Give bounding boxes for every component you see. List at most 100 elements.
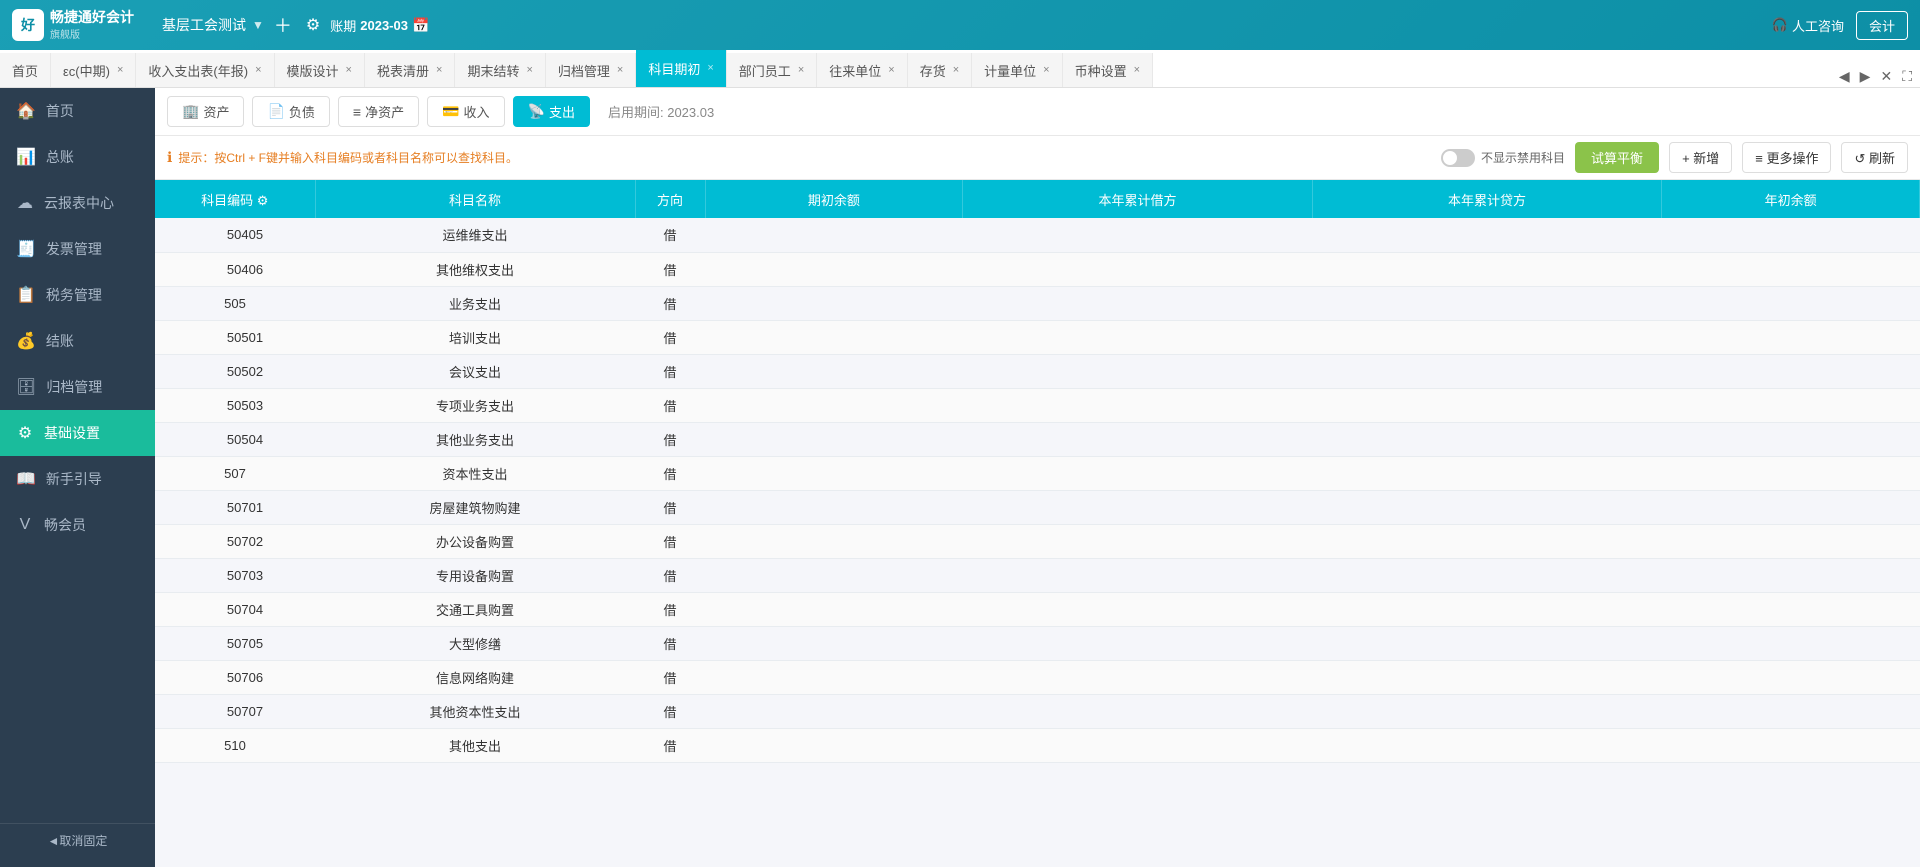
tab-close-10[interactable]: × bbox=[953, 64, 959, 76]
tab-item-2[interactable]: 收入支出表(年报)× bbox=[136, 53, 274, 87]
tab-close-3[interactable]: × bbox=[346, 64, 352, 76]
refresh-btn[interactable]: ↺ 刷新 bbox=[1841, 142, 1908, 173]
cell-year_debit-14 bbox=[963, 694, 1313, 728]
cell-name-10: 专用设备购置 bbox=[315, 558, 635, 592]
tab-close-5[interactable]: × bbox=[526, 64, 532, 76]
tab-item-3[interactable]: 模版设计× bbox=[275, 53, 365, 87]
table-row[interactable]: 50702办公设备购置借 bbox=[155, 524, 1920, 558]
tab-scroll-left[interactable]: ◀ bbox=[1835, 66, 1854, 87]
company-dropdown-arrow[interactable]: ▼ bbox=[252, 18, 264, 32]
table-row[interactable]: 50705大型修缮借 bbox=[155, 626, 1920, 660]
settings-icon[interactable]: ⚙ bbox=[302, 15, 324, 35]
account-btn[interactable]: 会计 bbox=[1856, 11, 1908, 40]
sidebar-pin-btn[interactable]: ◄取消固定 bbox=[0, 823, 155, 857]
more-btn[interactable]: ≡ 更多操作 bbox=[1742, 142, 1831, 173]
cell-opening-6 bbox=[705, 422, 963, 456]
tab-item-1[interactable]: εc(中期)× bbox=[51, 53, 136, 87]
tab-item-5[interactable]: 期末结转× bbox=[455, 53, 545, 87]
cell-direction-7: 借 bbox=[635, 456, 705, 490]
tab-close-all[interactable]: ✕ bbox=[1876, 66, 1896, 87]
tab-item-9[interactable]: 往来单位× bbox=[817, 53, 907, 87]
sidebar-item-8[interactable]: 📖 新手引导 bbox=[0, 456, 155, 502]
sub-tab-4[interactable]: 📡支出 bbox=[513, 96, 590, 127]
cell-opening-11 bbox=[705, 592, 963, 626]
sub-tab-label-1: 负债 bbox=[289, 102, 315, 121]
cell-year_credit-5 bbox=[1312, 388, 1662, 422]
cell-code-12: 50705 bbox=[155, 626, 315, 660]
sidebar-item-7[interactable]: ⚙ 基础设置 bbox=[0, 410, 155, 456]
tab-item-4[interactable]: 税表清册× bbox=[365, 53, 455, 87]
sidebar-item-0[interactable]: 🏠 首页 bbox=[0, 88, 155, 134]
table-row[interactable]: 50405运维维支出借 bbox=[155, 218, 1920, 252]
sidebar-item-9[interactable]: V 畅会员 bbox=[0, 502, 155, 548]
sidebar-item-4[interactable]: 📋 税务管理 bbox=[0, 272, 155, 318]
calc-btn[interactable]: 试算平衡 bbox=[1575, 142, 1659, 173]
sub-tab-0[interactable]: 🏢资产 bbox=[167, 96, 244, 127]
calendar-icon[interactable]: 📅 bbox=[412, 17, 429, 34]
add-company-btn[interactable]: ＋ bbox=[270, 12, 296, 38]
cell-opening-10 bbox=[705, 558, 963, 592]
sub-tab-3[interactable]: 💳收入 bbox=[427, 96, 504, 127]
company-selector[interactable]: 基层工会测试 ▼ ＋ ⚙ 账期 2023-03 📅 bbox=[162, 12, 1762, 38]
period-label: 账期 2023-03 📅 bbox=[330, 16, 429, 35]
table-row[interactable]: 50501培训支出借 bbox=[155, 320, 1920, 354]
sidebar-item-6[interactable]: 🗄 归档管理 bbox=[0, 364, 155, 410]
table-row[interactable]: 50706信息网络购建借 bbox=[155, 660, 1920, 694]
tab-close-9[interactable]: × bbox=[888, 64, 894, 76]
tab-maximize[interactable]: ⛶ bbox=[1898, 66, 1916, 87]
tab-item-0[interactable]: 首页 bbox=[0, 53, 51, 87]
tab-close-1[interactable]: × bbox=[117, 64, 123, 76]
tab-close-2[interactable]: × bbox=[255, 64, 261, 76]
toggle-wrap[interactable]: 不显示禁用科目 bbox=[1441, 149, 1565, 167]
table-row[interactable]: 50502会议支出借 bbox=[155, 354, 1920, 388]
hint-icon: ℹ bbox=[167, 149, 172, 166]
table-row[interactable]: 505业务支出借 bbox=[155, 286, 1920, 320]
table-wrap: 科目编码 ⚙科目名称方向期初余额本年累计借方本年累计贷方年初余额 50405运维… bbox=[155, 180, 1920, 867]
cell-year_credit-12 bbox=[1312, 626, 1662, 660]
sidebar-item-2[interactable]: ☁ 云报表中心 bbox=[0, 180, 155, 226]
tab-item-12[interactable]: 币种设置× bbox=[1063, 53, 1153, 87]
table-row[interactable]: 50504其他业务支出借 bbox=[155, 422, 1920, 456]
sub-tab-2[interactable]: ≡净资产 bbox=[338, 96, 419, 127]
new-btn[interactable]: + 新增 bbox=[1669, 142, 1732, 173]
table-row[interactable]: 50707其他资本性支出借 bbox=[155, 694, 1920, 728]
table-row[interactable]: 510其他支出借 bbox=[155, 728, 1920, 762]
tab-close-11[interactable]: × bbox=[1043, 64, 1049, 76]
tab-close-12[interactable]: × bbox=[1134, 64, 1140, 76]
sidebar-item-1[interactable]: 📊 总账 bbox=[0, 134, 155, 180]
tab-item-11[interactable]: 计量单位× bbox=[972, 53, 1062, 87]
toggle-switch[interactable] bbox=[1441, 149, 1475, 167]
sidebar-label-5: 结账 bbox=[46, 331, 74, 351]
table-row[interactable]: 50703专用设备购置借 bbox=[155, 558, 1920, 592]
table-row[interactable]: 50503专项业务支出借 bbox=[155, 388, 1920, 422]
cell-name-11: 交通工具购置 bbox=[315, 592, 635, 626]
tab-close-4[interactable]: × bbox=[436, 64, 442, 76]
sidebar-icon-9: V bbox=[16, 516, 34, 534]
logo-text-wrap: 畅捷通好会计 旗舰版 bbox=[50, 9, 134, 41]
tab-close-7[interactable]: × bbox=[707, 62, 713, 74]
tab-item-6[interactable]: 归档管理× bbox=[546, 53, 636, 87]
tab-close-6[interactable]: × bbox=[617, 64, 623, 76]
table-row[interactable]: 50406其他维权支出借 bbox=[155, 252, 1920, 286]
table-row[interactable]: 50704交通工具购置借 bbox=[155, 592, 1920, 626]
tab-item-7[interactable]: 科目期初× bbox=[636, 50, 726, 87]
tab-nav-btns: ◀ ▶ ✕ ⛶ bbox=[1835, 66, 1920, 87]
sidebar-item-5[interactable]: 💰 结账 bbox=[0, 318, 155, 364]
cell-year_opening-5 bbox=[1662, 388, 1920, 422]
service-btn[interactable]: 🎧 人工咨询 bbox=[1772, 16, 1844, 35]
cell-year_opening-11 bbox=[1662, 592, 1920, 626]
sidebar-label-0: 首页 bbox=[46, 101, 74, 121]
sidebar-bottom: ◄取消固定 bbox=[0, 813, 155, 867]
cell-direction-8: 借 bbox=[635, 490, 705, 524]
table-row[interactable]: 507资本性支出借 bbox=[155, 456, 1920, 490]
cell-code-7: 507 bbox=[155, 456, 315, 490]
sidebar-item-3[interactable]: 🧾 发票管理 bbox=[0, 226, 155, 272]
tab-close-8[interactable]: × bbox=[798, 64, 804, 76]
sub-tab-1[interactable]: 📄负债 bbox=[252, 96, 329, 127]
tab-scroll-right[interactable]: ▶ bbox=[1856, 66, 1875, 87]
cell-year_credit-6 bbox=[1312, 422, 1662, 456]
tab-item-8[interactable]: 部门员工× bbox=[727, 53, 817, 87]
table-row[interactable]: 50701房屋建筑物购建借 bbox=[155, 490, 1920, 524]
tab-item-10[interactable]: 存货× bbox=[908, 53, 972, 87]
cell-name-0: 运维维支出 bbox=[315, 218, 635, 252]
